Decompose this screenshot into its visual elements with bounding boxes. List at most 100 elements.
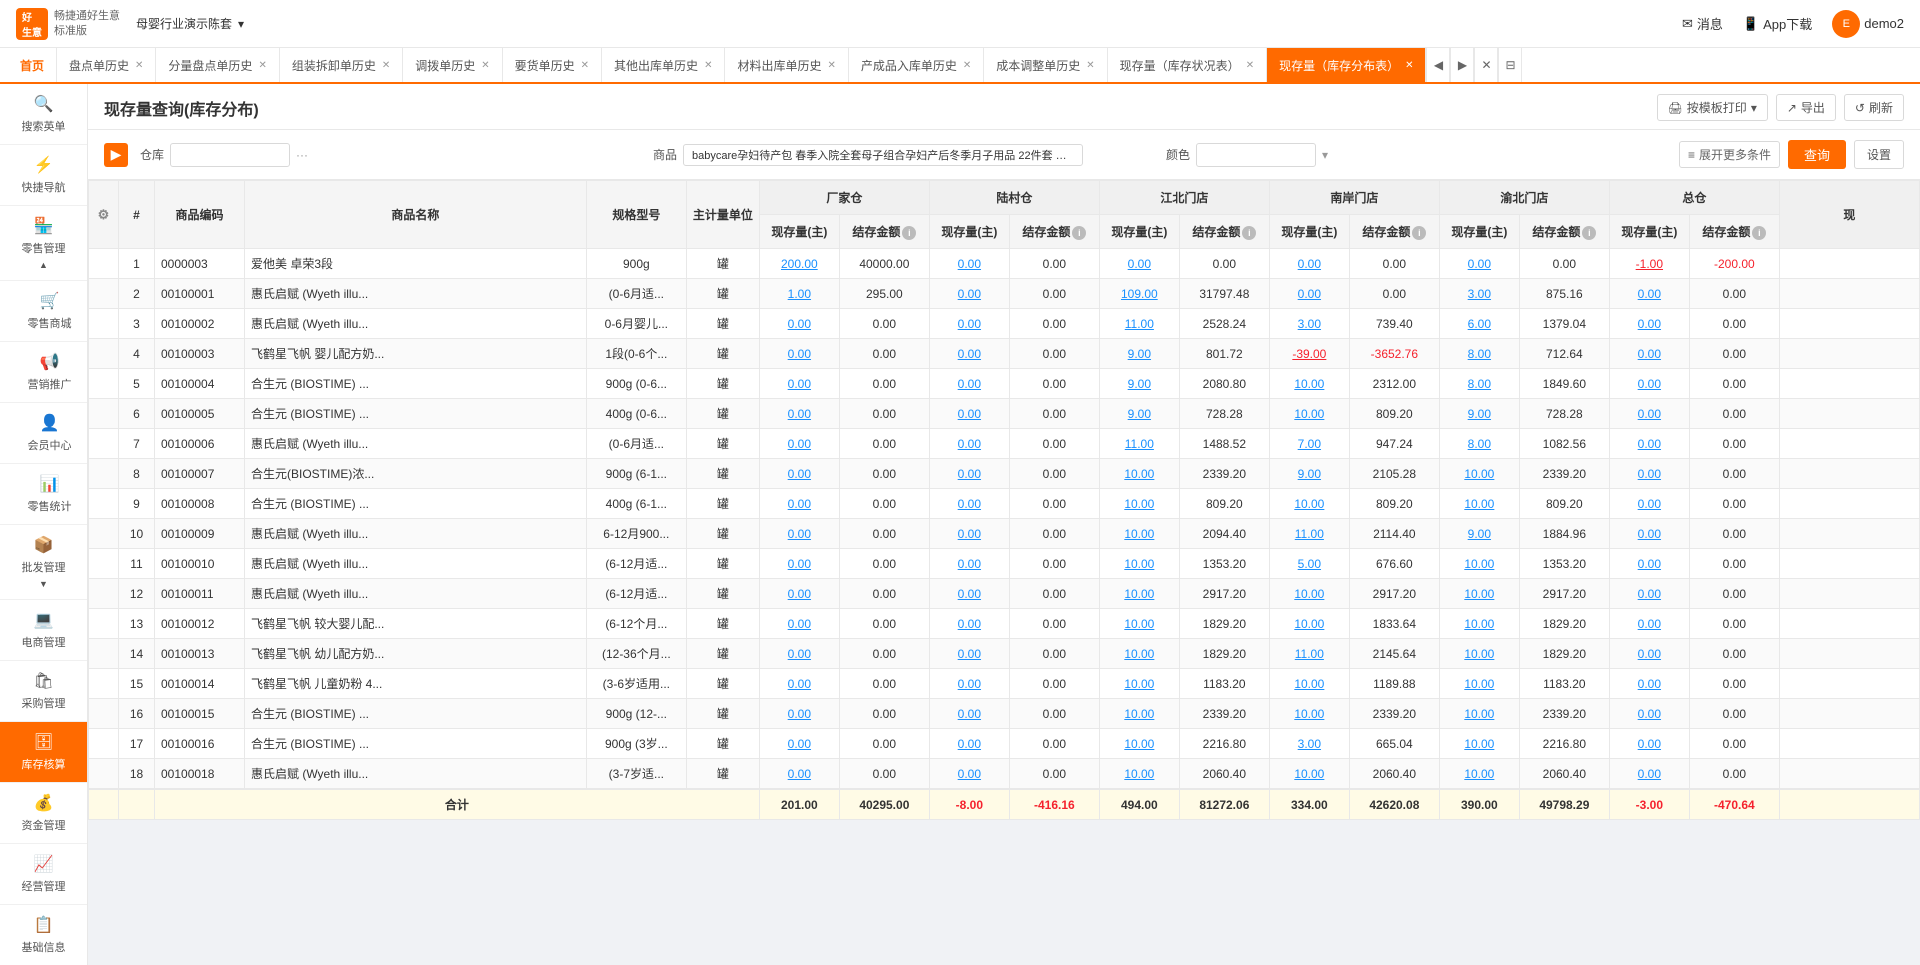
tab-close-icon[interactable]: ✕	[1405, 60, 1413, 71]
qty-link[interactable]: 0.00	[788, 407, 811, 421]
tab-close-icon[interactable]: ✕	[481, 60, 489, 71]
qty-link[interactable]: 10.00	[1124, 497, 1154, 511]
sidebar-item-marketing[interactable]: 📢 营销推广	[0, 342, 87, 403]
qty-link[interactable]: 0.00	[958, 647, 981, 661]
qty-link[interactable]: 0.00	[1638, 767, 1661, 781]
qty-link[interactable]: 5.00	[1298, 557, 1321, 571]
qty-link[interactable]: 0.00	[1638, 497, 1661, 511]
qty-link[interactable]: 0.00	[1638, 647, 1661, 661]
qty-link[interactable]: 9.00	[1468, 527, 1491, 541]
qty-link[interactable]: 0.00	[788, 647, 811, 661]
qty-link[interactable]: 10.00	[1124, 467, 1154, 481]
sidebar-item-ecommerce[interactable]: 💻 电商管理	[0, 600, 87, 661]
refresh-btn[interactable]: ↺ 刷新	[1844, 94, 1904, 121]
qty-link[interactable]: 0.00	[1638, 557, 1661, 571]
qty-link[interactable]: 9.00	[1128, 347, 1151, 361]
qty-link[interactable]: 10.00	[1464, 587, 1494, 601]
setting-btn[interactable]: 设置	[1854, 140, 1904, 169]
qty-link[interactable]: 9.00	[1298, 467, 1321, 481]
tab-close-all-btn[interactable]: ✕	[1474, 48, 1498, 83]
tab-close-icon[interactable]: ✕	[1246, 60, 1254, 71]
qty-link[interactable]: 10.00	[1124, 617, 1154, 631]
qty-link[interactable]: 10.00	[1124, 647, 1154, 661]
qty-link[interactable]: 0.00	[788, 587, 811, 601]
info-icon[interactable]: i	[1242, 226, 1256, 240]
color-input[interactable]	[1196, 143, 1316, 167]
qty-link[interactable]: 10.00	[1294, 587, 1324, 601]
qty-link[interactable]: 11.00	[1125, 437, 1154, 451]
qty-link[interactable]: 0.00	[788, 347, 811, 361]
qty-link[interactable]: 10.00	[1294, 377, 1324, 391]
qty-link[interactable]: 10.00	[1464, 707, 1494, 721]
tab-close-icon[interactable]: ✕	[1086, 60, 1094, 71]
qty-link[interactable]: 0.00	[788, 317, 811, 331]
expand-conditions-btn[interactable]: ≡ 展开更多条件	[1679, 141, 1780, 168]
sidebar-item-retail-shop[interactable]: 🛒 零售商城	[0, 281, 87, 342]
app-download-btn[interactable]: 📱 App下载	[1743, 14, 1812, 33]
qty-link[interactable]: 0.00	[958, 407, 981, 421]
qty-link[interactable]: 0.00	[1638, 677, 1661, 691]
qty-link[interactable]: 0.00	[1638, 347, 1661, 361]
qty-link[interactable]: 6.00	[1468, 317, 1491, 331]
qty-link[interactable]: 109.00	[1121, 287, 1158, 301]
user-area[interactable]: E demo2	[1832, 10, 1904, 38]
qty-link[interactable]: 0.00	[788, 707, 811, 721]
qty-link[interactable]: 0.00	[958, 317, 981, 331]
qty-link[interactable]: 10.00	[1464, 647, 1494, 661]
tab-inventory-check[interactable]: 盘点单历史 ✕	[57, 48, 156, 83]
qty-link[interactable]: 8.00	[1468, 347, 1491, 361]
qty-link[interactable]: 10.00	[1294, 707, 1324, 721]
qty-link[interactable]: 0.00	[1298, 257, 1321, 271]
qty-link[interactable]: 0.00	[1638, 377, 1661, 391]
qty-link[interactable]: 9.00	[1468, 407, 1491, 421]
qty-link[interactable]: 1.00	[788, 287, 811, 301]
warehouse-ellipsis[interactable]: ···	[296, 148, 308, 162]
sidebar-item-quicknav[interactable]: ⚡ 快捷导航	[0, 145, 87, 206]
qty-link[interactable]: 8.00	[1468, 437, 1491, 451]
org-selector[interactable]: 母婴行业演示陈套 ▾	[136, 15, 244, 32]
qty-link[interactable]: 0.00	[958, 707, 981, 721]
qty-link[interactable]: 10.00	[1124, 557, 1154, 571]
qty-link[interactable]: 11.00	[1295, 647, 1324, 661]
sidebar-item-ops[interactable]: 📈 经营管理	[0, 844, 87, 905]
tab-close-icon[interactable]: ✕	[581, 60, 589, 71]
qty-link[interactable]: 0.00	[788, 737, 811, 751]
qty-link[interactable]: 10.00	[1124, 737, 1154, 751]
gear-icon[interactable]: ⚙	[98, 207, 110, 222]
sidebar-item-retail-stats[interactable]: 📊 零售统计	[0, 464, 87, 525]
tab-material-out[interactable]: 材料出库单历史 ✕	[725, 48, 848, 83]
qty-link[interactable]: 0.00	[1638, 527, 1661, 541]
tab-close-icon[interactable]: ✕	[827, 60, 835, 71]
export-btn[interactable]: ↗ 导出	[1776, 94, 1836, 121]
tab-prev-btn[interactable]: ◀	[1426, 48, 1450, 83]
qty-link[interactable]: 0.00	[1638, 737, 1661, 751]
tab-next-btn[interactable]: ▶	[1450, 48, 1474, 83]
qty-link[interactable]: 0.00	[958, 437, 981, 451]
qty-link[interactable]: 10.00	[1294, 407, 1324, 421]
qty-link[interactable]: 0.00	[788, 767, 811, 781]
tab-close-icon[interactable]: ✕	[258, 60, 266, 71]
tab-close-icon[interactable]: ✕	[382, 60, 390, 71]
qty-link[interactable]: 9.00	[1128, 377, 1151, 391]
qty-link[interactable]: 10.00	[1124, 707, 1154, 721]
qty-link[interactable]: 0.00	[1638, 587, 1661, 601]
qty-link[interactable]: 0.00	[958, 767, 981, 781]
info-icon[interactable]: i	[1582, 226, 1596, 240]
filter-toggle-btn[interactable]: ▶	[104, 143, 128, 167]
qty-link[interactable]: 0.00	[958, 497, 981, 511]
table-scroll-area[interactable]: ⚙ # 商品编码 商品名称 规格型号 主计量单位 厂家仓 陆村仓 江北门店 南岸…	[88, 180, 1920, 965]
qty-link[interactable]: 0.00	[958, 527, 981, 541]
qty-link[interactable]: 0.00	[958, 737, 981, 751]
qty-link[interactable]: 0.00	[1638, 467, 1661, 481]
qty-link[interactable]: 10.00	[1124, 527, 1154, 541]
message-btn[interactable]: ✉ 消息	[1682, 14, 1723, 33]
qty-link[interactable]: 0.00	[788, 467, 811, 481]
qty-link[interactable]: 0.00	[788, 617, 811, 631]
qty-link[interactable]: 10.00	[1464, 557, 1494, 571]
tab-combo-split[interactable]: 组装拆卸单历史 ✕	[280, 48, 403, 83]
qty-link[interactable]: 0.00	[1638, 707, 1661, 721]
qty-link[interactable]: 0.00	[788, 437, 811, 451]
qty-link[interactable]: 11.00	[1125, 317, 1154, 331]
tab-purchase-order[interactable]: 要货单历史 ✕	[503, 48, 602, 83]
qty-link[interactable]: 0.00	[1638, 287, 1661, 301]
